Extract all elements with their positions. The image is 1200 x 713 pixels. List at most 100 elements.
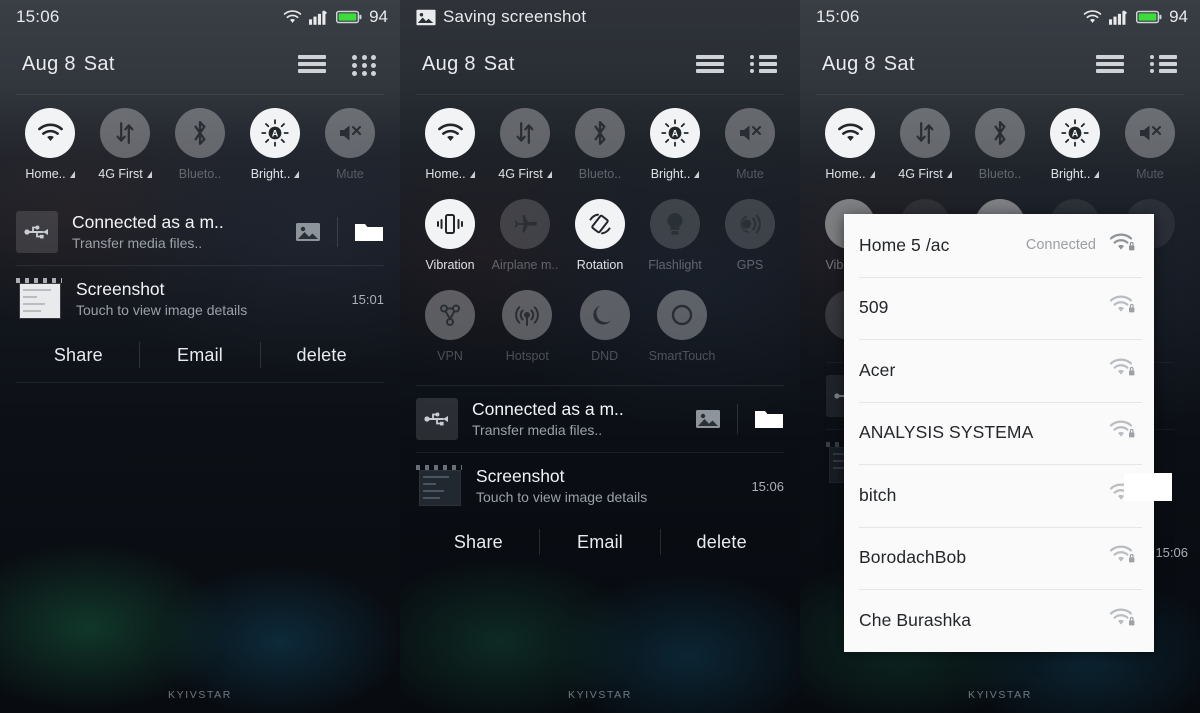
toggle-vpn[interactable]: VPN xyxy=(416,290,484,363)
wifi-network-item[interactable]: BorodachBob xyxy=(844,526,1154,590)
chevron-expand-icon[interactable] xyxy=(69,170,75,178)
chevron-expand-icon[interactable] xyxy=(546,170,552,178)
notification-subtitle: Transfer media files.. xyxy=(472,422,603,438)
email-button[interactable]: Email xyxy=(540,532,661,553)
toggle-brightness[interactable]: A Bright.. xyxy=(1041,108,1109,181)
toggle-flashlight[interactable]: Flashlight xyxy=(641,199,709,272)
toggle-row-1: Home.. 4G First Blueto.. A Bright.. Mute xyxy=(10,100,390,181)
delete-button[interactable]: delete xyxy=(661,532,782,553)
toggle-bubble[interactable] xyxy=(975,108,1025,158)
toggle-bubble[interactable] xyxy=(500,199,550,249)
wifi-ssid: Acer xyxy=(859,359,896,380)
share-button[interactable]: Share xyxy=(18,345,139,366)
toggle-mute[interactable]: Mute xyxy=(716,108,784,181)
toggle-label: Home.. xyxy=(25,167,75,181)
toggle-bubble[interactable] xyxy=(825,108,875,158)
chevron-expand-icon[interactable] xyxy=(1094,170,1100,178)
toggle-vibration[interactable]: Vibration xyxy=(416,199,484,272)
brightness-slider-icon[interactable] xyxy=(696,55,724,73)
notification-title: Screenshot xyxy=(76,279,165,299)
toggle-bubble[interactable] xyxy=(425,108,475,158)
toggle-bubble[interactable]: A xyxy=(250,108,300,158)
toggle-rotation[interactable]: Rotation xyxy=(566,199,634,272)
toggle-hotspot[interactable]: Hotspot xyxy=(493,290,561,363)
toggle-wifi[interactable]: Home.. xyxy=(816,108,884,181)
toggle-bubble[interactable] xyxy=(575,108,625,158)
chevron-expand-icon[interactable] xyxy=(869,170,875,178)
toggle-dnd[interactable]: DND xyxy=(571,290,639,363)
toggle-bubble[interactable] xyxy=(175,108,225,158)
brightness-slider-icon[interactable] xyxy=(298,55,326,73)
toggle-bubble[interactable] xyxy=(656,290,707,340)
wifi-network-item[interactable]: Che Burashka xyxy=(844,589,1154,652)
grid-view-icon[interactable] xyxy=(352,55,378,76)
toggle-bubble[interactable] xyxy=(725,108,775,158)
wifi-network-popup[interactable]: Home 5 /ac Connected 509 Acer ANALYSIS S… xyxy=(844,214,1154,652)
toggle-bubble[interactable] xyxy=(425,290,475,340)
chevron-expand-icon[interactable] xyxy=(469,170,475,178)
header-weekday: Sat xyxy=(483,52,515,75)
toggle-mobile-data[interactable]: 4G First xyxy=(891,108,959,181)
chevron-expand-icon[interactable] xyxy=(946,170,952,178)
wifi-network-item[interactable]: bitch xyxy=(844,464,1154,527)
toggle-brightness[interactable]: A Bright.. xyxy=(241,108,309,181)
toggle-mobile-data[interactable]: 4G First xyxy=(491,108,559,181)
quick-toggles-2: Home.. 4G First Blueto.. A Bright.. Mute… xyxy=(400,94,800,363)
share-button[interactable]: Share xyxy=(418,532,539,553)
toggle-gps[interactable]: GPS xyxy=(716,199,784,272)
toggle-bubble[interactable]: A xyxy=(650,108,700,158)
toggle-bubble[interactable] xyxy=(575,199,625,249)
chevron-expand-icon[interactable] xyxy=(146,170,152,178)
toggle-wifi[interactable]: Home.. xyxy=(16,108,84,181)
toggle-bubble[interactable] xyxy=(25,108,75,158)
list-view-icon[interactable] xyxy=(1150,55,1178,73)
toggle-bubble[interactable] xyxy=(425,199,475,249)
toggle-airplane-mode[interactable]: Airplane m.. xyxy=(491,199,559,272)
toggle-bubble[interactable]: A xyxy=(1050,108,1100,158)
screenshot-triptych: 15:06 94 Aug 8 Sat Home.. 4G First Bluet… xyxy=(0,0,1200,713)
toggle-label: Hotspot xyxy=(506,349,549,363)
notification-title: Screenshot xyxy=(476,466,565,486)
toggle-bubble[interactable] xyxy=(100,108,150,158)
toggle-bubble[interactable] xyxy=(1125,108,1175,158)
data-transfer-icon xyxy=(116,122,134,144)
wifi-network-item[interactable]: ANALYSIS SYSTEMA xyxy=(844,401,1154,465)
folder-icon[interactable] xyxy=(354,220,384,244)
toggle-bubble[interactable] xyxy=(502,290,553,340)
toggle-bluetooth[interactable]: Blueto.. xyxy=(566,108,634,181)
usb-icon xyxy=(16,211,58,253)
wifi-network-item[interactable]: Acer xyxy=(844,339,1154,402)
toggle-bluetooth[interactable]: Blueto.. xyxy=(166,108,234,181)
toggle-mute[interactable]: Mute xyxy=(316,108,384,181)
header-actions-2 xyxy=(696,55,778,73)
wifi-network-item[interactable]: 509 xyxy=(844,276,1154,340)
toggle-bubble[interactable] xyxy=(650,199,700,249)
photo-icon[interactable] xyxy=(695,408,721,430)
toggle-wifi[interactable]: Home.. xyxy=(416,108,484,181)
toggle-mobile-data[interactable]: 4G First xyxy=(91,108,159,181)
toggle-bubble[interactable] xyxy=(579,290,630,340)
notification-screenshot[interactable]: Screenshot Touch to view image details 1… xyxy=(400,453,800,519)
header-actions-3 xyxy=(1096,55,1178,73)
notification-screenshot[interactable]: Screenshot Touch to view image details 1… xyxy=(0,266,400,332)
toggle-bluetooth[interactable]: Blueto.. xyxy=(966,108,1034,181)
folder-icon[interactable] xyxy=(754,407,784,431)
list-view-icon[interactable] xyxy=(750,55,778,73)
notification-usb[interactable]: Connected as a m.. Transfer media files.… xyxy=(0,199,400,265)
email-button[interactable]: Email xyxy=(140,345,261,366)
toggle-mute[interactable]: Mute xyxy=(1116,108,1184,181)
toggle-bubble[interactable] xyxy=(900,108,950,158)
toggle-bubble[interactable] xyxy=(325,108,375,158)
wifi-network-item[interactable]: Home 5 /ac Connected xyxy=(844,214,1154,277)
toggle-bubble[interactable] xyxy=(725,199,775,249)
toggle-bubble[interactable] xyxy=(500,108,550,158)
chevron-expand-icon[interactable] xyxy=(694,170,700,178)
notification-usb[interactable]: Connected as a m.. Transfer media files.… xyxy=(400,386,800,452)
toggle-smarttouch[interactable]: SmartTouch xyxy=(648,290,716,363)
brightness-slider-icon[interactable] xyxy=(1096,55,1124,73)
chevron-expand-icon[interactable] xyxy=(294,170,300,178)
toggle-label: Vibration xyxy=(425,258,474,272)
delete-button[interactable]: delete xyxy=(261,345,382,366)
photo-icon[interactable] xyxy=(295,221,321,243)
toggle-brightness[interactable]: A Bright.. xyxy=(641,108,709,181)
